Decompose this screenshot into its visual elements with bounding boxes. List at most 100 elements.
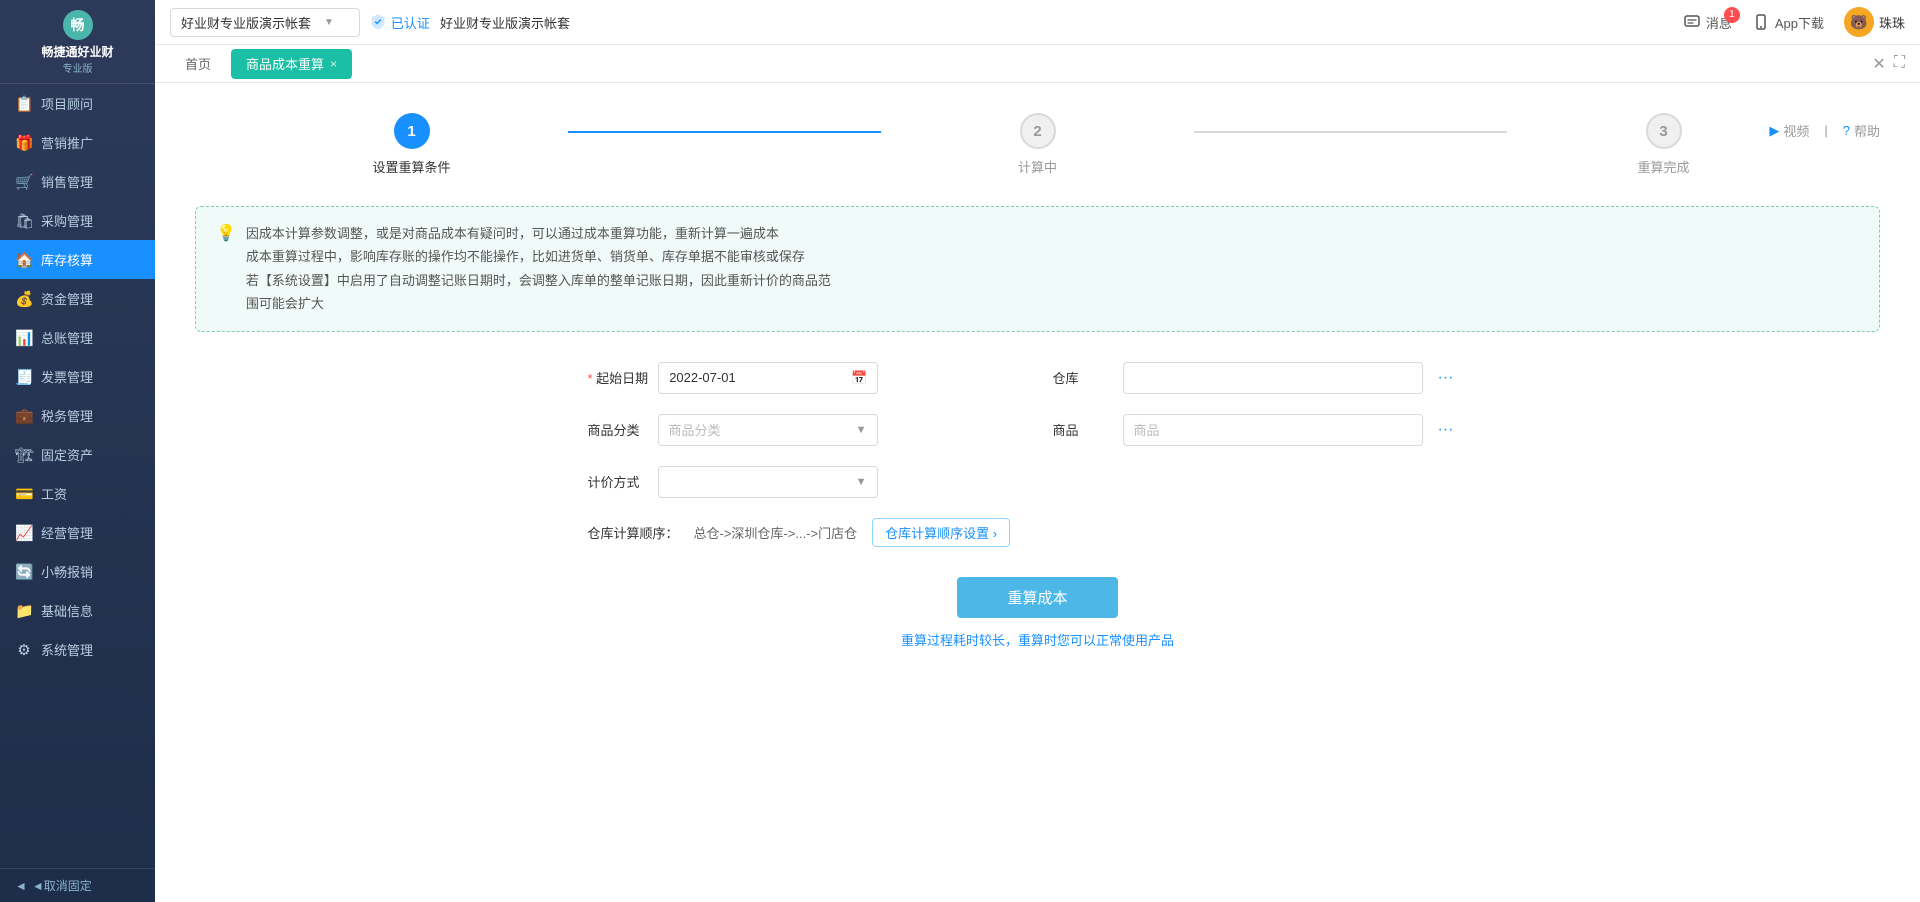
warehouse-more-icon[interactable]: ··· xyxy=(1433,369,1459,387)
tax-icon: 💼 xyxy=(15,407,33,425)
sidebar-item-label: 发票管理 xyxy=(41,367,93,386)
account-dropdown-icon: ▼ xyxy=(324,17,334,28)
sidebar-item-label: 税务管理 xyxy=(41,406,93,425)
sidebar-logo: 畅 畅捷通好业财 专业版 xyxy=(0,0,155,84)
message-badge: 1 xyxy=(1724,7,1740,23)
stepper-links: ▶ 视频 | ? 帮助 xyxy=(1769,121,1880,140)
recalculate-button[interactable]: 重算成本 xyxy=(957,577,1117,618)
verified-account-name: 好业财专业版演示帐套 xyxy=(440,13,570,32)
step-1-circle: 1 xyxy=(394,113,430,149)
sidebar-item-label: 资金管理 xyxy=(41,289,93,308)
sales-icon: 🛒 xyxy=(15,173,33,191)
form-item-goods: 商品 商品 ··· xyxy=(1053,414,1488,446)
sidebar-item-invoice[interactable]: 🧾 发票管理 xyxy=(0,357,155,396)
operation-icon: 📈 xyxy=(15,524,33,542)
warehouse-input[interactable] xyxy=(1123,362,1423,394)
sidebar-item-inventory[interactable]: 🏠 库存核算 xyxy=(0,240,155,279)
sidebar-item-purchase[interactable]: 🛍 采购管理 xyxy=(0,201,155,240)
goods-placeholder: 商品 xyxy=(1134,420,1160,439)
form-item-pricing: 计价方式 ▼ xyxy=(588,466,1023,498)
close-window-icon[interactable]: ✕ xyxy=(1872,54,1885,74)
step-3-num: 3 xyxy=(1659,123,1667,140)
goods-input[interactable]: 商品 xyxy=(1123,414,1423,446)
app-download-button[interactable]: App下载 xyxy=(1752,13,1824,32)
sidebar-nav: 📋 项目顾问 🎁 营销推广 🛒 销售管理 🛍 采购管理 🏠 库存核算 💰 资金管… xyxy=(0,84,155,868)
verified-label: 已认证 xyxy=(391,13,430,32)
sidebar-item-operation[interactable]: 📈 经营管理 xyxy=(0,513,155,552)
video-label: 视频 xyxy=(1783,121,1809,140)
sidebar-item-label: 固定资产 xyxy=(41,445,93,464)
sidebar-item-finance[interactable]: 💰 资金管理 xyxy=(0,279,155,318)
topbar-right: 消息 1 App下载 🐻 珠珠 xyxy=(1683,7,1905,37)
topbar: 好业财专业版演示帐套 ▼ 已认证 好业财专业版演示帐套 消息 1 App下载 🐻… xyxy=(155,0,1920,45)
form-row-warehouse-order: 仓库计算顺序： 总仓->深圳仓库->...->门店仓 仓库计算顺序设置 › xyxy=(588,518,1488,547)
expense-icon: 🔄 xyxy=(15,563,33,581)
message-icon xyxy=(1683,13,1701,31)
avatar: 🐻 xyxy=(1844,7,1874,37)
basic-icon: 📁 xyxy=(15,602,33,620)
tab-home[interactable]: 首页 xyxy=(170,49,226,79)
sidebar-item-label: 经营管理 xyxy=(41,523,93,542)
sidebar-item-assets[interactable]: 🏗 固定资产 xyxy=(0,435,155,474)
pricing-label: 计价方式 xyxy=(588,472,648,491)
lightbulb-icon: 💡 xyxy=(216,223,236,316)
sidebar-footer-pin[interactable]: ◄ ◄取消固定 xyxy=(0,868,155,902)
sidebar-item-accounting[interactable]: 📊 总账管理 xyxy=(0,318,155,357)
user-profile[interactable]: 🐻 珠珠 xyxy=(1844,7,1905,37)
warehouse-label: 仓库 xyxy=(1053,368,1113,387)
logo-sub: 专业版 xyxy=(63,60,93,75)
purchase-icon: 🛍 xyxy=(15,212,33,230)
project-icon: 📋 xyxy=(15,95,33,113)
expand-window-icon[interactable]: ⛶ xyxy=(1894,54,1905,74)
inventory-icon: 🏠 xyxy=(15,251,33,269)
form-row-2: 商品分类 商品分类 ▼ 商品 商品 ··· xyxy=(588,414,1488,446)
stepper: 1 设置重算条件 2 计算中 3 重算完成 ▶ 视频 xyxy=(195,113,1880,176)
info-line-2: 成本重算过程中，影响库存账的操作均不能操作，比如进货单、销货单、库存单据不能审核… xyxy=(246,245,831,268)
start-date-input[interactable]: 2022-07-01 📅 xyxy=(658,362,878,394)
sidebar-item-label: 系统管理 xyxy=(41,640,93,659)
message-button[interactable]: 消息 1 xyxy=(1683,13,1732,32)
sidebar-item-label: 项目顾问 xyxy=(41,94,93,113)
sidebar: 畅 畅捷通好业财 专业版 📋 项目顾问 🎁 营销推广 🛒 销售管理 🛍 采购管理… xyxy=(0,0,155,902)
goods-label: 商品 xyxy=(1053,420,1113,439)
verified-badge: 已认证 xyxy=(370,13,430,32)
sidebar-item-expense[interactable]: 🔄 小畅报销 xyxy=(0,552,155,591)
category-select[interactable]: 商品分类 ▼ xyxy=(658,414,878,446)
sidebar-item-basic[interactable]: 📁 基础信息 xyxy=(0,591,155,630)
goods-more-icon[interactable]: ··· xyxy=(1433,421,1459,439)
form-item-warehouse: 仓库 ··· xyxy=(1053,362,1488,394)
form-item-category: 商品分类 商品分类 ▼ xyxy=(588,414,1023,446)
account-selector[interactable]: 好业财专业版演示帐套 ▼ xyxy=(170,8,360,37)
system-icon: ⚙ xyxy=(15,641,33,659)
sidebar-item-tax[interactable]: 💼 税务管理 xyxy=(0,396,155,435)
sidebar-item-label: 销售管理 xyxy=(41,172,93,191)
step-3-circle: 3 xyxy=(1646,113,1682,149)
info-line-3: 若【系统设置】中启用了自动调整记账日期时，会调整入库单的整单记账日期，因此重新计… xyxy=(246,269,831,292)
sidebar-item-salary[interactable]: 💳 工资 xyxy=(0,474,155,513)
assets-icon: 🏗 xyxy=(15,446,33,464)
tab-cost-recalc[interactable]: 商品成本重算 × xyxy=(231,49,352,79)
step-2-num: 2 xyxy=(1033,123,1041,140)
warehouse-order-settings-button[interactable]: 仓库计算顺序设置 › xyxy=(872,518,1010,547)
page-content: 1 设置重算条件 2 计算中 3 重算完成 ▶ 视频 xyxy=(155,83,1920,902)
step-line-1 xyxy=(568,131,881,133)
calendar-icon[interactable]: 📅 xyxy=(851,370,867,386)
help-label: 帮助 xyxy=(1854,121,1880,140)
warehouse-btn-label: 仓库计算顺序设置 › xyxy=(885,523,997,542)
start-date-value: 2022-07-01 xyxy=(669,370,736,385)
tab-close-icon[interactable]: × xyxy=(330,57,337,71)
tab-home-label: 首页 xyxy=(185,54,211,73)
sidebar-item-sales[interactable]: 🛒 销售管理 xyxy=(0,162,155,201)
help-link[interactable]: ? 帮助 xyxy=(1843,121,1880,140)
sidebar-item-project[interactable]: 📋 项目顾问 xyxy=(0,84,155,123)
sidebar-item-marketing[interactable]: 🎁 营销推广 xyxy=(0,123,155,162)
submit-hint: 重算过程耗时较长，重算时您可以正常使用产品 xyxy=(901,630,1174,649)
sidebar-item-system[interactable]: ⚙ 系统管理 xyxy=(0,630,155,669)
logo-text: 畅捷通好业财 xyxy=(41,43,113,60)
main-area: 好业财专业版演示帐套 ▼ 已认证 好业财专业版演示帐套 消息 1 App下载 🐻… xyxy=(155,0,1920,902)
pricing-select[interactable]: ▼ xyxy=(658,466,878,498)
category-dropdown-icon: ▼ xyxy=(856,424,867,436)
account-name: 好业财专业版演示帐套 xyxy=(181,13,311,32)
play-icon: ▶ xyxy=(1769,123,1779,139)
video-link[interactable]: ▶ 视频 xyxy=(1769,121,1809,140)
